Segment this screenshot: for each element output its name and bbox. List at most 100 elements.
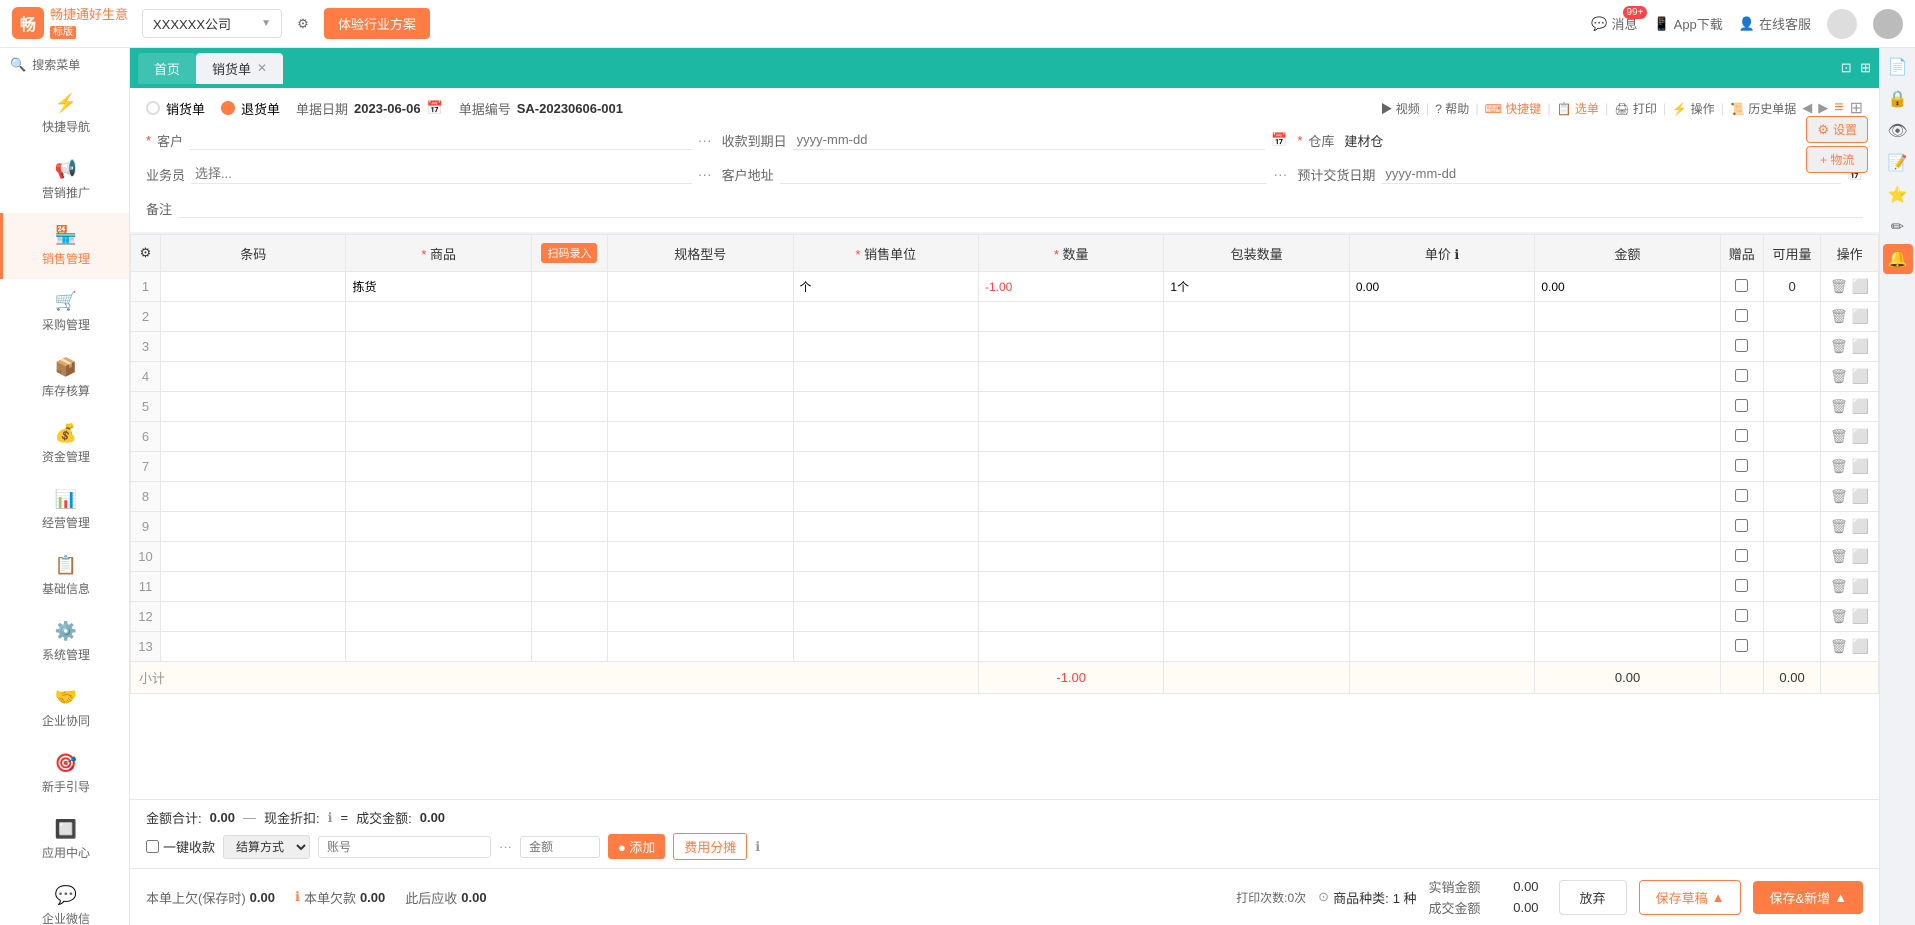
delete-row-icon[interactable]: 🗑	[1830, 578, 1848, 595]
th-settings[interactable]: ⚙	[131, 235, 161, 272]
sidebar-item-marketing[interactable]: 📢 营销推广	[0, 147, 129, 213]
sidebar-item-appCenter[interactable]: 🔲 应用中心	[0, 807, 129, 873]
delivery-date-input[interactable]	[1381, 164, 1840, 184]
row-spec[interactable]	[608, 422, 793, 452]
sidebar-item-sales[interactable]: 🏪 销售管理	[0, 213, 129, 279]
copy-row-icon[interactable]: ⬜	[1852, 428, 1869, 445]
choose-btn[interactable]: 📋 选单	[1557, 100, 1599, 117]
row-unit[interactable]	[793, 452, 978, 482]
row-pkg-qty[interactable]	[1164, 362, 1349, 392]
row-gift[interactable]	[1720, 362, 1763, 392]
row-barcode[interactable]	[161, 632, 346, 662]
delete-row-icon[interactable]: 🗑	[1830, 548, 1848, 565]
row-pkg-qty[interactable]	[1164, 632, 1349, 662]
sidebar-item-system[interactable]: ⚙️ 系统管理	[0, 609, 129, 675]
row-barcode[interactable]	[161, 302, 346, 332]
history-btn[interactable]: 📜 历史单据	[1730, 100, 1796, 117]
row-amount[interactable]	[1535, 392, 1720, 422]
copy-row-icon[interactable]: ⬜	[1852, 578, 1869, 595]
row-unit[interactable]	[793, 392, 978, 422]
right-sidebar-lock-icon[interactable]: 🔒	[1883, 84, 1913, 114]
row-barcode[interactable]	[161, 572, 346, 602]
row-gift[interactable]	[1720, 392, 1763, 422]
row-barcode[interactable]	[161, 332, 346, 362]
sidebar-item-enterprise[interactable]: 🤝 企业协同	[0, 675, 129, 741]
row-pkg-qty[interactable]	[1164, 272, 1349, 302]
row-product[interactable]	[346, 572, 531, 602]
row-product[interactable]	[346, 272, 531, 302]
nav-next-icon[interactable]: ▶	[1818, 100, 1828, 116]
sidebar-item-quick-nav[interactable]: ⚡ 快捷导航	[0, 81, 129, 147]
copy-row-icon[interactable]: ⬜	[1852, 278, 1869, 295]
copy-row-icon[interactable]: ⬜	[1852, 518, 1869, 535]
row-product[interactable]	[346, 542, 531, 572]
copy-row-icon[interactable]: ⬜	[1852, 638, 1869, 655]
row-qty[interactable]	[978, 572, 1163, 602]
row-unit-price[interactable]	[1349, 422, 1534, 452]
row-gift[interactable]	[1720, 542, 1763, 572]
row-unit-price[interactable]	[1349, 632, 1534, 662]
row-product[interactable]	[346, 332, 531, 362]
delete-row-icon[interactable]: 🗑	[1830, 278, 1848, 295]
copy-row-icon[interactable]: ⬜	[1852, 548, 1869, 565]
sidebar-item-guide[interactable]: 🎯 新手引导	[0, 741, 129, 807]
row-unit-price[interactable]	[1349, 512, 1534, 542]
logistics-button[interactable]: + 物流	[1806, 146, 1868, 173]
row-gift[interactable]	[1720, 422, 1763, 452]
video-btn[interactable]: ▶ 视频	[1380, 100, 1419, 117]
search-menu[interactable]: 🔍 搜索菜单	[0, 48, 129, 81]
row-qty[interactable]	[978, 632, 1163, 662]
row-qty[interactable]	[978, 602, 1163, 632]
row-spec[interactable]	[608, 542, 793, 572]
row-unit-price[interactable]	[1349, 302, 1534, 332]
row-pkg-qty[interactable]	[1164, 482, 1349, 512]
row-spec[interactable]	[608, 482, 793, 512]
row-barcode[interactable]	[161, 362, 346, 392]
row-qty[interactable]	[978, 332, 1163, 362]
row-amount[interactable]	[1535, 512, 1720, 542]
actions-btn[interactable]: ⚡ 操作	[1672, 100, 1714, 117]
delete-row-icon[interactable]: 🗑	[1830, 308, 1848, 325]
discount-help-icon[interactable]: ℹ	[328, 810, 333, 826]
grid-view-icon[interactable]: ⊞	[1850, 98, 1863, 118]
copy-row-icon[interactable]: ⬜	[1852, 368, 1869, 385]
row-qty[interactable]	[978, 512, 1163, 542]
row-spec[interactable]	[608, 602, 793, 632]
right-sidebar-note-icon[interactable]: 📝	[1883, 148, 1913, 178]
row-spec[interactable]	[608, 302, 793, 332]
salesperson-input[interactable]	[191, 164, 692, 184]
row-pkg-qty[interactable]	[1164, 452, 1349, 482]
customer-addr-input[interactable]	[780, 164, 1268, 184]
tab-close-icon[interactable]: ✕	[257, 61, 267, 75]
row-barcode[interactable]	[161, 272, 346, 302]
print-btn[interactable]: 🖨 打印	[1614, 100, 1657, 117]
add-button[interactable]: ● 添加	[608, 834, 665, 859]
calendar-icon[interactable]: 📅	[427, 100, 443, 116]
row-amount[interactable]	[1535, 632, 1720, 662]
row-product[interactable]	[346, 302, 531, 332]
row-gift[interactable]	[1720, 272, 1763, 302]
row-barcode[interactable]	[161, 512, 346, 542]
row-gift[interactable]	[1720, 512, 1763, 542]
row-barcode[interactable]	[161, 392, 346, 422]
row-unit[interactable]	[793, 542, 978, 572]
help-btn[interactable]: ? 帮助	[1435, 100, 1469, 117]
expense-help-icon[interactable]: ℹ	[755, 839, 760, 855]
row-product[interactable]	[346, 392, 531, 422]
row-unit[interactable]	[793, 512, 978, 542]
payment-due-calendar-icon[interactable]: 📅	[1271, 132, 1287, 148]
row-gift[interactable]	[1720, 452, 1763, 482]
row-spec[interactable]	[608, 572, 793, 602]
row-unit[interactable]	[793, 332, 978, 362]
delete-row-icon[interactable]: 🗑	[1830, 518, 1848, 535]
amount-input[interactable]	[520, 836, 600, 858]
row-unit-price[interactable]	[1349, 602, 1534, 632]
row-product[interactable]	[346, 482, 531, 512]
row-unit-price[interactable]	[1349, 482, 1534, 512]
row-product[interactable]	[346, 422, 531, 452]
nav-prev-icon[interactable]: ◀	[1802, 100, 1812, 116]
row-gift[interactable]	[1720, 602, 1763, 632]
row-product[interactable]	[346, 452, 531, 482]
row-unit[interactable]	[793, 602, 978, 632]
row-unit-price[interactable]	[1349, 272, 1534, 302]
